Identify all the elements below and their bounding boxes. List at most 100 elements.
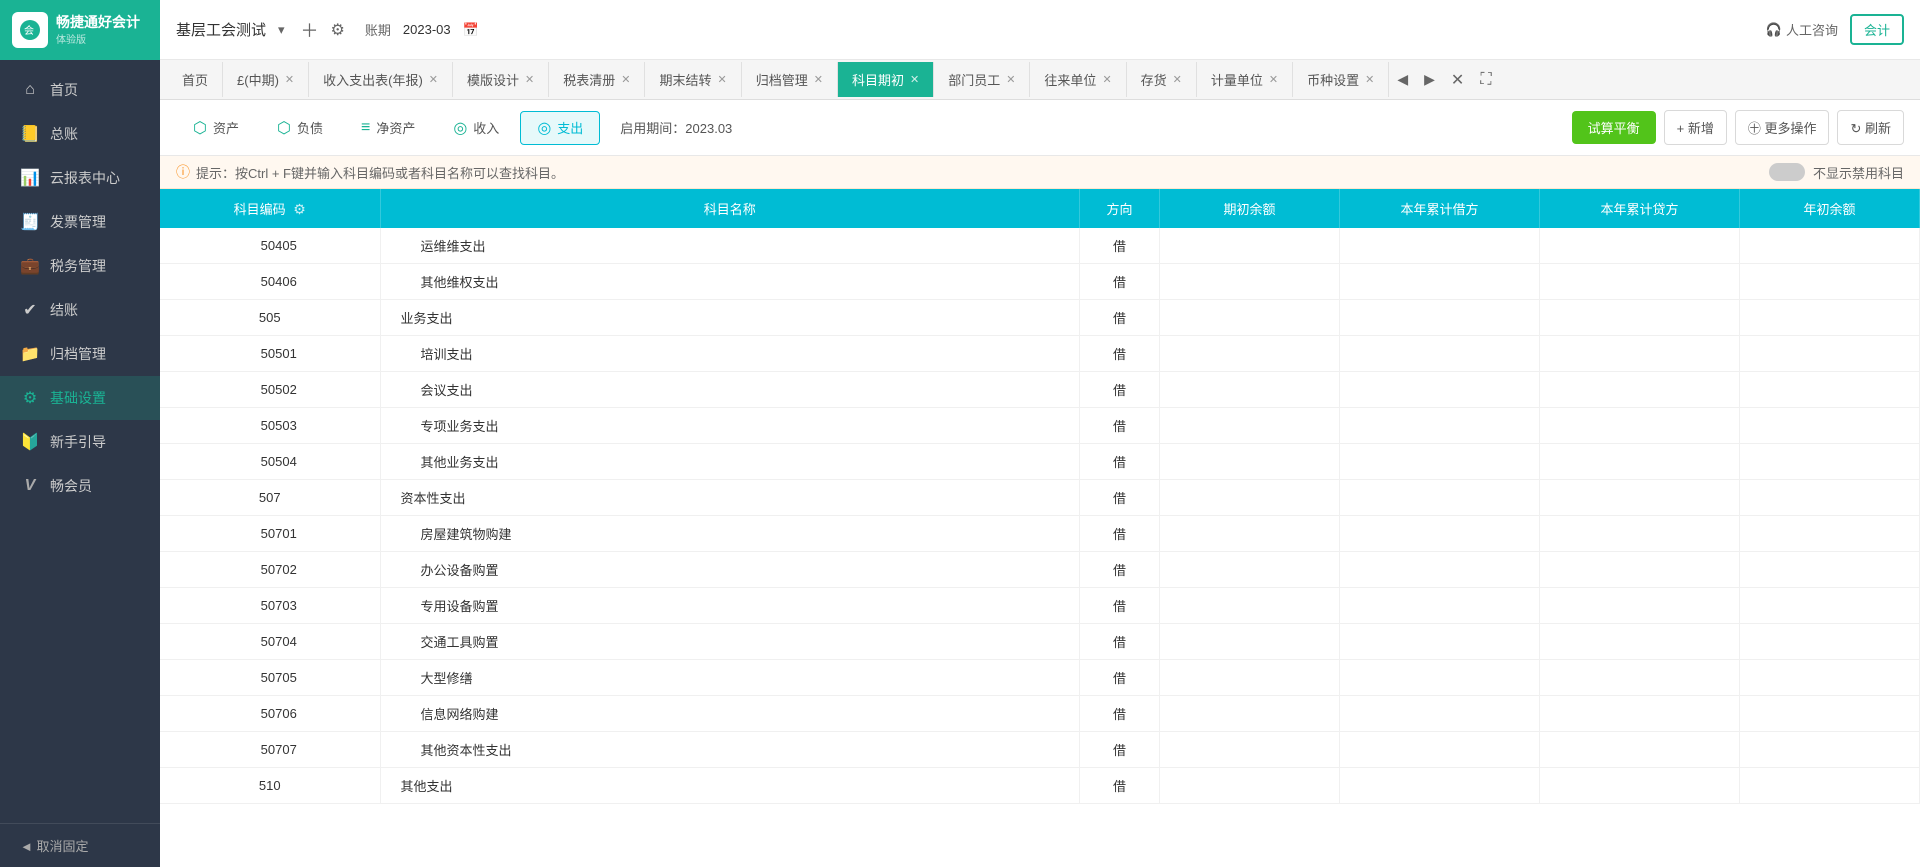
cell-name: 交通工具购置 [380, 624, 1080, 660]
tab-next-btn[interactable]: ▶ [1416, 67, 1443, 92]
cell-direction: 借 [1080, 408, 1160, 444]
sidebar-item-guide[interactable]: 🔰 新手引导 [0, 420, 160, 464]
table-row[interactable]: 50701房屋建筑物购建借 [160, 516, 1920, 552]
tab-period[interactable]: £(中期) ✕ [223, 62, 309, 97]
tab-yearend[interactable]: 期末结转 ✕ [645, 62, 741, 97]
tab-subject-init[interactable]: 科目期初 ✕ [838, 62, 934, 97]
table-row[interactable]: 50502会议支出借 [160, 372, 1920, 408]
table-row[interactable]: 50504其他业务支出借 [160, 444, 1920, 480]
tab-close-currency[interactable]: ✕ [1365, 73, 1374, 86]
cell-debit [1340, 516, 1540, 552]
tab-close-period[interactable]: ✕ [285, 73, 294, 86]
cell-name: 专项业务支出 [380, 408, 1080, 444]
table-row[interactable]: 50503专项业务支出借 [160, 408, 1920, 444]
tab-close-partner[interactable]: ✕ [1102, 73, 1111, 86]
balance-button[interactable]: 试算平衡 [1572, 111, 1656, 144]
cell-opening [1160, 696, 1340, 732]
dropdown-icon[interactable]: ▾ [278, 22, 285, 38]
sidebar-item-invoice[interactable]: 🧾 发票管理 [0, 200, 160, 244]
sidebar-nav: ⌂ 首页 📒 总账 📊 云报表中心 🧾 发票管理 💼 税务管理 ✔ 结账 📁 归… [0, 60, 160, 823]
tab-prev-btn[interactable]: ◀ [1389, 67, 1416, 92]
tab-close-tax[interactable]: ✕ [621, 73, 630, 86]
sidebar-item-tax[interactable]: 💼 税务管理 [0, 244, 160, 288]
toolbar: 试算平衡 + 新增 ㊉ 更多操作 ↻ 刷新 [1572, 110, 1904, 145]
tab-close-all-btn[interactable]: ✕ [1443, 66, 1472, 94]
sidebar-footer-collapse[interactable]: ◄ 取消固定 [0, 823, 160, 867]
cell-year-opening [1740, 336, 1920, 372]
more-button[interactable]: ㊉ 更多操作 [1735, 110, 1830, 145]
tab-tax[interactable]: 税表清册 ✕ [549, 62, 645, 97]
sidebar-item-settings[interactable]: ⚙ 基础设置 [0, 376, 160, 420]
col-settings-icon[interactable]: ⚙ [293, 201, 306, 217]
home-icon: ⌂ [20, 81, 40, 99]
sidebar-item-vip[interactable]: V 畅会员 [0, 464, 160, 508]
cell-debit [1340, 732, 1540, 768]
sidebar-item-archive[interactable]: 📁 归档管理 [0, 332, 160, 376]
table-row[interactable]: 510其他支出借 [160, 768, 1920, 804]
sidebar-item-home[interactable]: ⌂ 首页 [0, 68, 160, 112]
ai-consult-btn[interactable]: 🎧 人工咨询 [1766, 20, 1838, 39]
tab-dept[interactable]: 部门员工 ✕ [934, 62, 1030, 97]
tab-close-archive[interactable]: ✕ [814, 73, 823, 86]
table-row[interactable]: 50703专用设备购置借 [160, 588, 1920, 624]
tab-close-stock[interactable]: ✕ [1173, 73, 1182, 86]
calendar-icon[interactable]: 📅 [463, 22, 479, 38]
table-row[interactable]: 50705大型修缮借 [160, 660, 1920, 696]
disabled-toggle[interactable] [1769, 163, 1805, 181]
tab-close-yearend[interactable]: ✕ [718, 73, 727, 86]
table-row[interactable]: 507资本性支出借 [160, 480, 1920, 516]
tip-row: ⓘ 提示：按Ctrl + F键并输入科目编码或者科目名称可以查找科目。 不显示禁… [160, 156, 1920, 189]
tab-expand-btn[interactable]: ⛶ [1472, 67, 1499, 93]
sidebar-item-reports[interactable]: 📊 云报表中心 [0, 156, 160, 200]
table-row[interactable]: 50406其他维权支出借 [160, 264, 1920, 300]
tab-close-unit[interactable]: ✕ [1269, 73, 1278, 86]
reports-icon: 📊 [20, 168, 40, 188]
tab-close-dept[interactable]: ✕ [1006, 73, 1015, 86]
account-button[interactable]: 会计 [1850, 14, 1904, 45]
table-row[interactable]: 50405运维维支出借 [160, 228, 1920, 264]
table-row[interactable]: 50706信息网络购建借 [160, 696, 1920, 732]
net-asset-dot: ≡ [361, 119, 370, 137]
cell-opening [1160, 516, 1340, 552]
cell-year-opening [1740, 372, 1920, 408]
cell-opening [1160, 624, 1340, 660]
cell-credit [1540, 732, 1740, 768]
col-code: 科目编码 ⚙ [160, 189, 380, 228]
sub-tab-asset[interactable]: ⬡ 资产 [176, 111, 256, 145]
sidebar-item-settle[interactable]: ✔ 结账 [0, 288, 160, 332]
tab-currency[interactable]: 币种设置 ✕ [1293, 62, 1389, 97]
add-tab-btn[interactable]: ＋ [301, 17, 319, 43]
refresh-button[interactable]: ↻ 刷新 [1837, 110, 1904, 145]
tab-home[interactable]: 首页 [168, 62, 223, 97]
tab-close-subject-init[interactable]: ✕ [910, 73, 919, 86]
tab-stock[interactable]: 存货 ✕ [1127, 62, 1197, 97]
table-row[interactable]: 50704交通工具购置借 [160, 624, 1920, 660]
table-row[interactable]: 50702办公设备购置借 [160, 552, 1920, 588]
table-row[interactable]: 50707其他资本性支出借 [160, 732, 1920, 768]
table-container: 科目编码 ⚙ 科目名称 方向 期初余额 本年累计借方 本年累计贷方 年初余额 5… [160, 189, 1920, 867]
sub-tab-expense[interactable]: ◎ 支出 [520, 111, 600, 145]
tab-template[interactable]: 模版设计 ✕ [453, 62, 549, 97]
cell-opening [1160, 264, 1340, 300]
sub-tab-income[interactable]: ◎ 收入 [436, 111, 516, 145]
tab-close-template[interactable]: ✕ [525, 73, 534, 86]
sub-tab-net-asset[interactable]: ≡ 净资产 [344, 111, 432, 144]
tab-close-income[interactable]: ✕ [429, 73, 438, 86]
cell-name: 业务支出 [380, 300, 1080, 336]
tab-unit[interactable]: 计量单位 ✕ [1197, 62, 1293, 97]
warning-icon: ⓘ [176, 162, 190, 182]
cell-direction: 借 [1080, 552, 1160, 588]
sidebar-item-ledger[interactable]: 📒 总账 [0, 112, 160, 156]
cell-code: 50502 [160, 372, 380, 408]
cell-credit [1540, 408, 1740, 444]
settings-btn[interactable]: ⚙ [331, 20, 345, 40]
table-row[interactable]: 50501培训支出借 [160, 336, 1920, 372]
sub-tab-liability[interactable]: ⬡ 负债 [260, 111, 340, 145]
table-row[interactable]: 505业务支出借 [160, 300, 1920, 336]
add-button[interactable]: + 新增 [1664, 110, 1727, 145]
tab-archive[interactable]: 归档管理 ✕ [742, 62, 838, 97]
cell-name: 其他维权支出 [380, 264, 1080, 300]
tab-partner[interactable]: 往来单位 ✕ [1030, 62, 1126, 97]
tab-income[interactable]: 收入支出表(年报) ✕ [309, 62, 453, 97]
cell-year-opening [1740, 228, 1920, 264]
